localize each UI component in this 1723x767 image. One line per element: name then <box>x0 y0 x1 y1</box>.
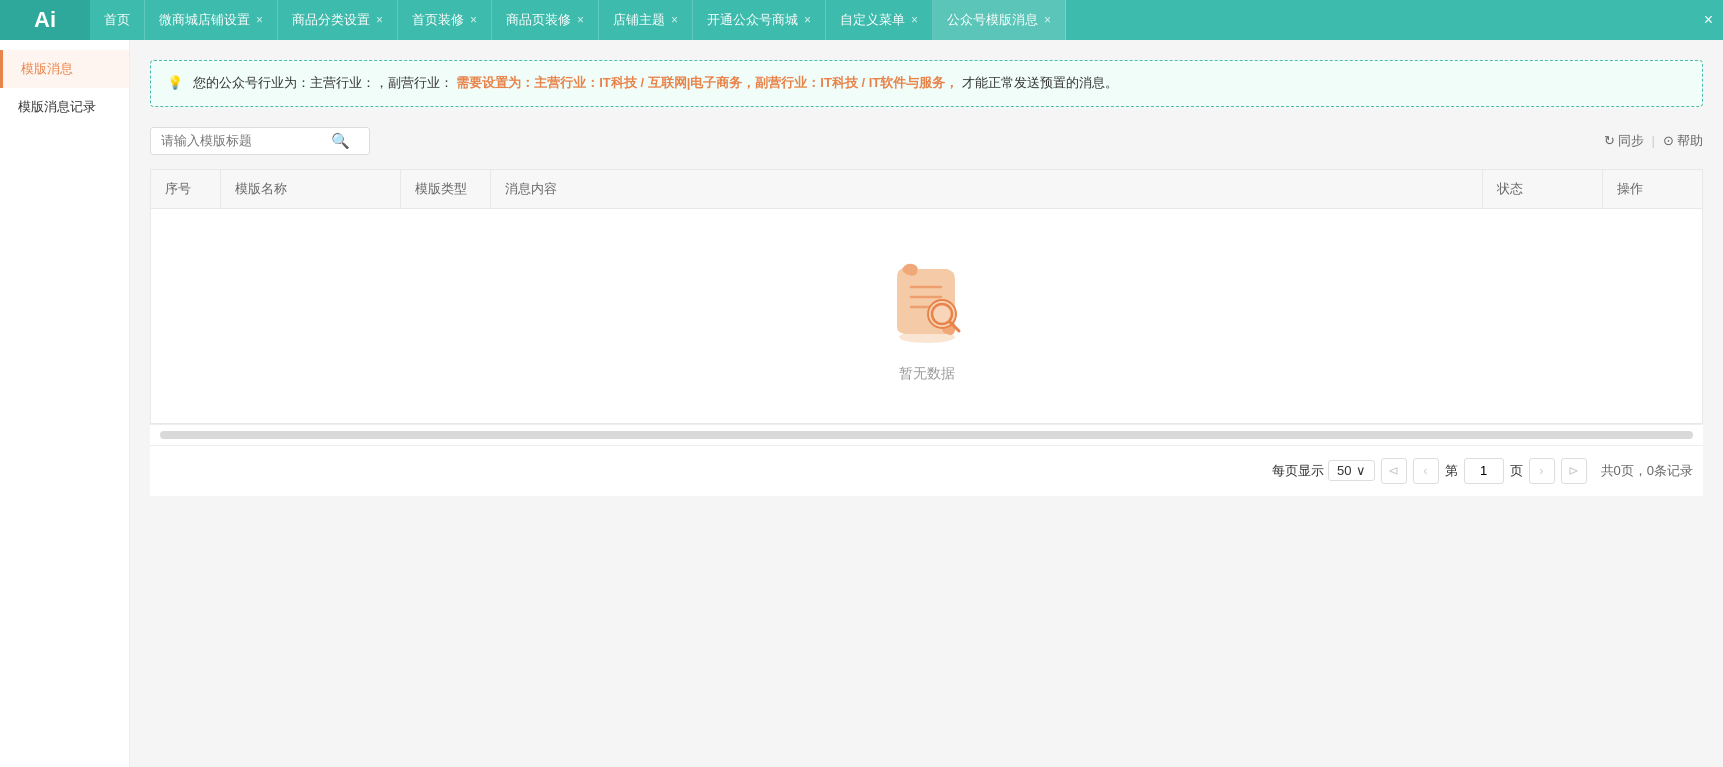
notice-suffix: 才能正常发送预置的消息。 <box>962 75 1118 90</box>
nav-tab-0[interactable]: 首页 <box>90 0 145 40</box>
nav-tab-7[interactable]: 自定义菜单× <box>826 0 933 40</box>
notice-banner: 💡 您的公众号行业为：主营行业：，副营行业： 需要设置为：主营行业：IT科技 /… <box>150 60 1703 107</box>
page-di-label: 第 <box>1445 462 1458 480</box>
empty-icon <box>877 249 977 349</box>
table-header: 序号模版名称模版类型消息内容状态操作 <box>151 169 1703 208</box>
prev-page-button[interactable]: ‹ <box>1413 458 1439 484</box>
empty-state: 暂无数据 <box>151 209 1702 423</box>
empty-text: 暂无数据 <box>151 365 1702 383</box>
nav-tab-8[interactable]: 公众号模版消息× <box>933 0 1066 40</box>
chevron-down-icon: ∨ <box>1356 463 1366 478</box>
pagination-wrap: 每页显示 50 ∨ ⊲ ‹ 第 页 › ⊳ 共0页，0条记录 <box>150 445 1703 496</box>
help-label: 帮助 <box>1677 132 1703 150</box>
table-col-header-5: 操作 <box>1603 169 1703 208</box>
tab-close-icon-3[interactable]: × <box>470 13 477 27</box>
tab-close-icon-6[interactable]: × <box>804 13 811 27</box>
main-content: 💡 您的公众号行业为：主营行业：，副营行业： 需要设置为：主营行业：IT科技 /… <box>130 40 1723 767</box>
help-icon: ⊙ <box>1663 133 1674 148</box>
page-unit-label: 页 <box>1510 462 1523 480</box>
toolbar-divider: | <box>1652 133 1655 148</box>
help-button[interactable]: ⊙ 帮助 <box>1663 132 1703 150</box>
toolbar-right: ↻ 同步 | ⊙ 帮助 <box>1604 132 1703 150</box>
tab-close-icon-4[interactable]: × <box>577 13 584 27</box>
table-header-row: 序号模版名称模版类型消息内容状态操作 <box>151 169 1703 208</box>
sync-label: 同步 <box>1618 132 1644 150</box>
tab-close-icon-1[interactable]: × <box>256 13 263 27</box>
sidebar-item-1[interactable]: 模版消息记录 <box>0 88 129 126</box>
table-col-header-4: 状态 <box>1483 169 1603 208</box>
first-page-button[interactable]: ⊲ <box>1381 458 1407 484</box>
page-size-select: 每页显示 50 ∨ <box>1272 460 1374 481</box>
table-col-header-2: 模版类型 <box>401 169 491 208</box>
notice-icon: 💡 <box>167 75 183 90</box>
last-page-button[interactable]: ⊳ <box>1561 458 1587 484</box>
main-layout: 模版消息模版消息记录 💡 您的公众号行业为：主营行业：，副营行业： 需要设置为：… <box>0 40 1723 767</box>
table-col-header-1: 模版名称 <box>221 169 401 208</box>
tab-close-icon-5[interactable]: × <box>671 13 678 27</box>
nav-tab-4[interactable]: 商品页装修× <box>492 0 599 40</box>
sync-icon: ↻ <box>1604 133 1615 148</box>
tab-close-icon-2[interactable]: × <box>376 13 383 27</box>
search-input[interactable] <box>161 133 331 148</box>
search-input-wrap[interactable]: 🔍 <box>150 127 370 155</box>
page-size-value: 50 <box>1337 463 1351 478</box>
nav-tab-3[interactable]: 首页装修× <box>398 0 492 40</box>
brand-logo: Ai <box>0 0 90 40</box>
nav-tab-6[interactable]: 开通公众号商城× <box>693 0 826 40</box>
next-page-button[interactable]: › <box>1529 458 1555 484</box>
table-empty-row: 暂无数据 <box>151 208 1703 423</box>
nav-tab-1[interactable]: 微商城店铺设置× <box>145 0 278 40</box>
page-size-prefix: 每页显示 <box>1272 462 1324 480</box>
sync-button[interactable]: ↻ 同步 <box>1604 132 1644 150</box>
table-body: 暂无数据 <box>151 208 1703 423</box>
nav-tab-5[interactable]: 店铺主题× <box>599 0 693 40</box>
table-col-header-0: 序号 <box>151 169 221 208</box>
page-number-input[interactable] <box>1464 458 1504 484</box>
page-total: 共0页，0条记录 <box>1601 462 1693 480</box>
tab-close-icon-8[interactable]: × <box>1044 13 1051 27</box>
page-size-dropdown[interactable]: 50 ∨ <box>1328 460 1374 481</box>
close-all-button[interactable]: × <box>1704 11 1713 29</box>
top-nav-bar: Ai 首页微商城店铺设置×商品分类设置×首页装修×商品页装修×店铺主题×开通公众… <box>0 0 1723 40</box>
search-bar: 🔍 ↻ 同步 | ⊙ 帮助 <box>150 127 1703 155</box>
scroll-bar-wrap <box>150 424 1703 445</box>
nav-tab-2[interactable]: 商品分类设置× <box>278 0 398 40</box>
search-icon[interactable]: 🔍 <box>331 132 350 150</box>
notice-highlight: 需要设置为：主营行业：IT科技 / 互联网|电子商务，副营行业：IT科技 / I… <box>456 75 958 90</box>
sidebar: 模版消息模版消息记录 <box>0 40 130 767</box>
notice-prefix: 您的公众号行业为：主营行业：，副营行业： <box>193 75 453 90</box>
sidebar-item-0[interactable]: 模版消息 <box>0 50 129 88</box>
scroll-bar-track[interactable] <box>160 431 1693 439</box>
tab-close-icon-7[interactable]: × <box>911 13 918 27</box>
nav-tabs: 首页微商城店铺设置×商品分类设置×首页装修×商品页装修×店铺主题×开通公众号商城… <box>90 0 1723 40</box>
table-col-header-3: 消息内容 <box>491 169 1483 208</box>
data-table: 序号模版名称模版类型消息内容状态操作 <box>150 169 1703 424</box>
